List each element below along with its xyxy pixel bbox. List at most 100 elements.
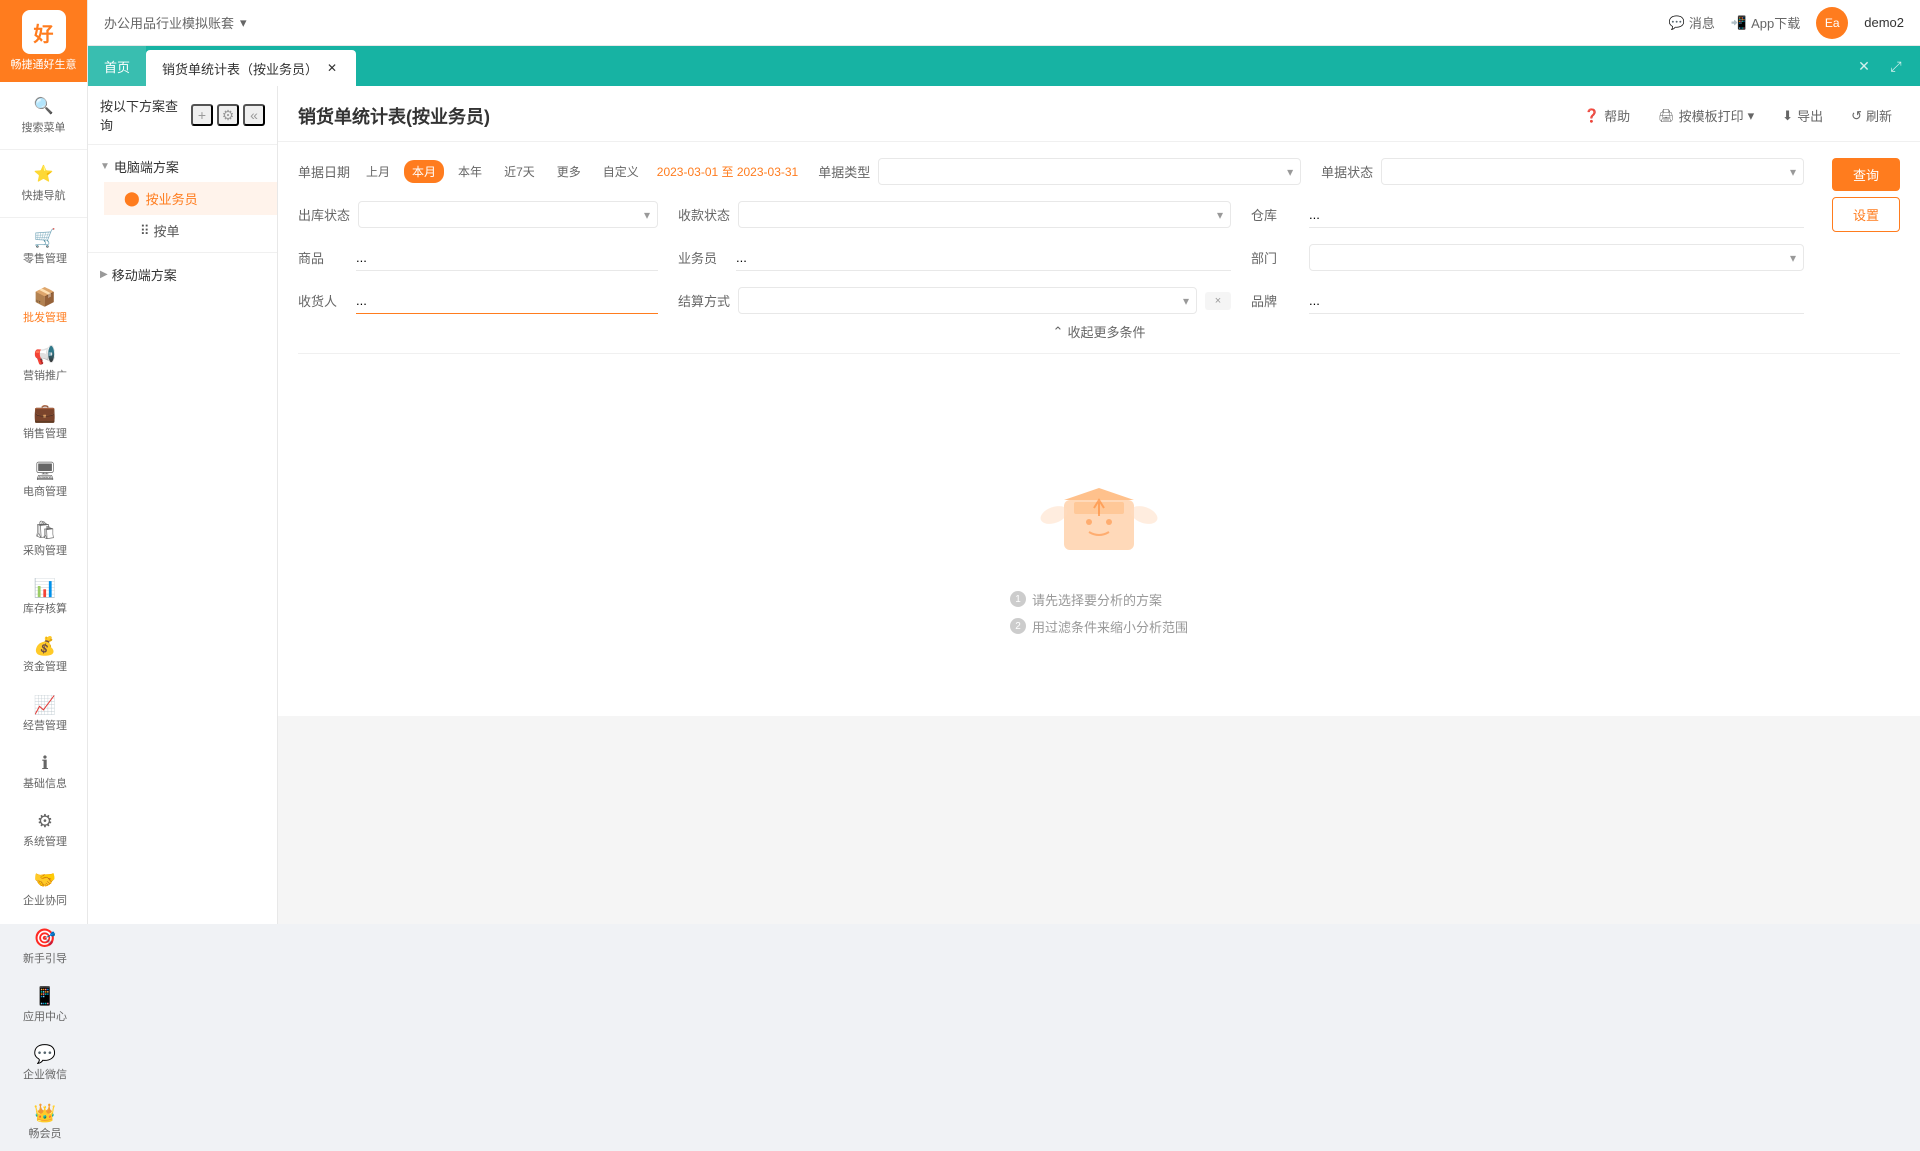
system-label: 系统管理 <box>23 835 67 849</box>
filter-row-1: 单据日期 上月 本月 本年 近7天 更多 自定义 2023-03-01 至 20… <box>298 158 1804 185</box>
sidebar-item-basic[interactable]: ℹ 基础信息 <box>0 743 87 801</box>
date-more[interactable]: 更多 <box>549 160 589 183</box>
sidebar-search-section: 🔍 搜索菜单 <box>0 82 87 150</box>
collapse-row: ⌃ 收起更多条件 <box>298 314 1900 354</box>
date-last-month[interactable]: 上月 <box>358 160 398 183</box>
tabbar: 首页 销货单统计表（按业务员） ✕ ✕ ⤢ <box>88 46 1920 86</box>
close-window-button[interactable]: ✕ <box>1852 54 1876 78</box>
message-button[interactable]: 💬 消息 <box>1669 13 1715 32</box>
sidebar-item-sales[interactable]: 💼 销售管理 <box>0 393 87 451</box>
sidebar-item-purchase[interactable]: 🛍 采购管理 <box>0 510 87 568</box>
app-logo[interactable]: 好 畅捷通好生意 <box>0 0 87 82</box>
logo-text: 畅捷通好生意 <box>11 58 77 72</box>
refresh-label: 刷新 <box>1866 106 1892 125</box>
tab-report[interactable]: 销货单统计表（按业务员） ✕ <box>146 50 356 86</box>
sidebar-item-inventory[interactable]: 📊 库存核算 <box>0 568 87 626</box>
retail-label: 零售管理 <box>23 252 67 266</box>
refresh-button[interactable]: ↺ 刷新 <box>1843 102 1900 129</box>
staff-input[interactable] <box>736 245 1231 271</box>
department-filter-item: 部门 <box>1251 244 1804 271</box>
mobile-section-header[interactable]: ▶ 移动端方案 <box>88 259 277 290</box>
download-icon: 📲 <box>1731 15 1747 31</box>
hint-text-1: 请先选择要分析的方案 <box>1032 590 1162 609</box>
enterprise-label: 企业协同 <box>23 894 67 908</box>
help-button[interactable]: ❓ 帮助 <box>1576 102 1638 129</box>
receipt-status-select[interactable] <box>738 201 1231 228</box>
settlement-select-wrapper <box>738 287 1197 314</box>
desktop-section-header[interactable]: ▼ 电脑端方案 <box>88 151 277 182</box>
export-button[interactable]: ⬇ 导出 <box>1774 102 1831 129</box>
search-menu-button[interactable]: 🔍 搜索菜单 <box>4 90 83 141</box>
download-button[interactable]: 📲 App下载 <box>1731 13 1800 32</box>
finance-label: 资金管理 <box>23 660 67 674</box>
mobile-section-icon: ▶ <box>100 269 108 280</box>
chevron-down-icon: ▾ <box>1748 108 1755 124</box>
scheme-settings-button[interactable]: ⚙ <box>217 104 239 126</box>
settlement-tag-close[interactable]: × <box>1211 294 1225 308</box>
product-filter-item: 商品 <box>298 245 658 271</box>
scheme-by-staff[interactable]: ⬤ 按业务员 <box>104 182 277 215</box>
sidebar-shortcut-section: ⭐ 快捷导航 <box>0 150 87 218</box>
sidebar-item-retail[interactable]: 🛒 零售管理 <box>0 218 87 276</box>
tab-home[interactable]: 首页 <box>88 46 146 86</box>
filter-area: 单据日期 上月 本月 本年 近7天 更多 自定义 2023-03-01 至 20… <box>278 142 1920 370</box>
sidebar-item-wechat[interactable]: 💬 企业微信 <box>0 1034 87 1092</box>
brand-label: 品牌 <box>1251 291 1301 310</box>
warehouse-input[interactable] <box>1309 202 1804 228</box>
empty-state: 1 请先选择要分析的方案 2 用过滤条件来缩小分析范围 <box>278 370 1920 716</box>
empty-svg-icon <box>1039 450 1159 570</box>
template-print-button[interactable]: 🖨 按模板打印 ▾ <box>1650 102 1762 129</box>
desktop-section-label: 电脑端方案 <box>114 157 265 176</box>
date-filter-options: 上月 本月 本年 近7天 更多 自定义 2023-03-01 至 2023-03… <box>358 160 798 183</box>
product-input[interactable] <box>356 245 658 271</box>
department-select[interactable] <box>1309 244 1804 271</box>
collapse-conditions-button[interactable]: ⌃ 收起更多条件 <box>1053 322 1146 341</box>
breadcrumb-text: 办公用品行业模拟账套 <box>104 13 234 32</box>
settlement-clear-tag[interactable]: × <box>1205 292 1231 310</box>
date-custom[interactable]: 自定义 <box>595 160 647 183</box>
breadcrumb-dropdown-icon[interactable]: ▾ <box>240 15 247 31</box>
out-status-select[interactable] <box>358 201 658 228</box>
sidebar-item-apps[interactable]: 📱 应用中心 <box>0 976 87 1034</box>
operations-icon: 📈 <box>34 695 56 716</box>
left-panel-actions: + ⚙ « <box>191 104 265 126</box>
settlement-label: 结算方式 <box>678 291 730 310</box>
department-label: 部门 <box>1251 248 1301 267</box>
maximize-window-button[interactable]: ⤢ <box>1884 54 1908 78</box>
date-last-7[interactable]: 近7天 <box>496 160 543 183</box>
sidebar-item-marketing[interactable]: 📢 营销推广 <box>0 335 87 393</box>
date-this-year[interactable]: 本年 <box>450 160 490 183</box>
ecommerce-label: 电商管理 <box>23 485 67 499</box>
chevron-up-icon: ⌃ <box>1053 324 1064 340</box>
doc-status-select[interactable] <box>1381 158 1804 185</box>
left-panel-header: 按以下方案查询 + ⚙ « <box>88 86 277 145</box>
doc-type-select[interactable] <box>878 158 1301 185</box>
date-this-month[interactable]: 本月 <box>404 160 444 183</box>
shortcut-button[interactable]: ⭐ 快捷导航 <box>4 158 83 209</box>
sidebar-item-guide[interactable]: 🎯 新手引导 <box>0 918 87 976</box>
sidebar: 好 畅捷通好生意 🔍 搜索菜单 ⭐ 快捷导航 🛒 零售管理 📦 批发管理 📢 营… <box>0 0 88 924</box>
settings-button[interactable]: 设置 <box>1832 197 1900 232</box>
query-button[interactable]: 查询 <box>1832 158 1900 191</box>
sidebar-item-operations[interactable]: 📈 经营管理 <box>0 685 87 743</box>
avatar[interactable]: Ea <box>1816 7 1848 39</box>
brand-input[interactable] <box>1309 288 1804 314</box>
export-label: 导出 <box>1797 106 1823 125</box>
sidebar-item-member[interactable]: 👑 畅会员 <box>0 1093 87 1151</box>
consignee-input[interactable] <box>356 288 658 314</box>
scheme-by-order[interactable]: ⠿ 按单 <box>104 215 277 246</box>
doc-status-select-wrapper <box>1381 158 1804 185</box>
collapse-panel-button[interactable]: « <box>243 104 265 126</box>
sidebar-item-wholesale[interactable]: 📦 批发管理 <box>0 277 87 335</box>
tab-close-button[interactable]: ✕ <box>324 60 340 76</box>
sidebar-item-finance[interactable]: 💰 资金管理 <box>0 626 87 684</box>
sidebar-item-system[interactable]: ⚙ 系统管理 <box>0 801 87 859</box>
add-scheme-button[interactable]: + <box>191 104 213 126</box>
username[interactable]: demo2 <box>1864 15 1904 30</box>
basic-label: 基础信息 <box>23 777 67 791</box>
apps-icon: 📱 <box>34 986 56 1007</box>
sidebar-item-enterprise[interactable]: 🤝 企业协同 <box>0 860 87 918</box>
settlement-select[interactable] <box>738 287 1197 314</box>
sidebar-item-ecommerce[interactable]: 🖥 电商管理 <box>0 451 87 509</box>
wholesale-icon: 📦 <box>34 287 56 308</box>
